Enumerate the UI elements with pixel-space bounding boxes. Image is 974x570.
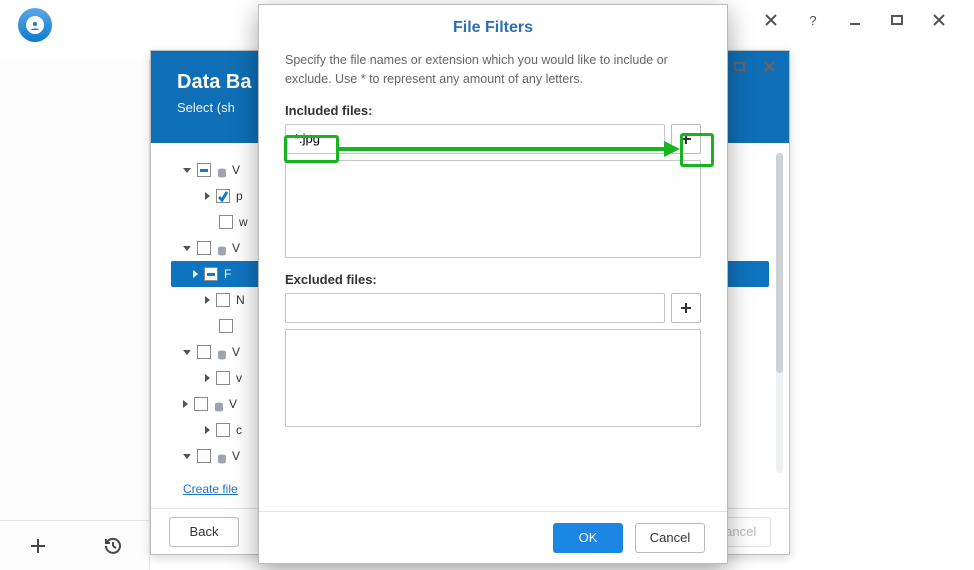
checkbox[interactable]	[216, 293, 230, 307]
modal-description: Specify the file names or extension whic…	[285, 51, 701, 89]
caret-right-icon[interactable]	[183, 400, 188, 408]
app-logo	[18, 8, 52, 42]
included-files-list[interactable]	[285, 160, 701, 258]
add-button[interactable]	[0, 521, 75, 570]
excluded-files-input[interactable]	[285, 293, 665, 323]
tree-row-label: V	[232, 449, 240, 463]
outer-minimize-icon[interactable]	[840, 10, 870, 30]
plus-icon	[680, 133, 692, 145]
ok-button-label: OK	[579, 530, 598, 545]
checkbox[interactable]	[216, 371, 230, 385]
checkbox[interactable]	[216, 423, 230, 437]
tree-row-label: F	[224, 267, 231, 281]
tree-row-label: c	[236, 423, 242, 437]
tree-row-label: w	[239, 215, 248, 229]
caret-right-icon[interactable]	[193, 270, 198, 278]
plus-icon	[680, 302, 692, 314]
tree-row-label: V	[232, 163, 240, 177]
caret-none-icon	[205, 322, 213, 330]
caret-down-icon[interactable]	[183, 168, 191, 173]
drive-icon	[217, 347, 227, 357]
wizard-close-icon[interactable]	[757, 57, 781, 75]
checkbox[interactable]	[216, 189, 230, 203]
sidebar	[0, 60, 150, 570]
history-button[interactable]	[75, 521, 150, 570]
sidebar-bottom-tools	[0, 520, 150, 570]
included-files-label: Included files:	[285, 103, 701, 118]
caret-down-icon[interactable]	[183, 350, 191, 355]
outer-help-icon[interactable]: ?	[798, 10, 828, 30]
tree-row-label: N	[236, 293, 245, 307]
tree-row-label: V	[229, 397, 237, 411]
checkbox[interactable]	[219, 215, 233, 229]
outer-close-icon[interactable]	[756, 10, 786, 30]
back-button-label: Back	[190, 524, 219, 539]
modal-footer: OK Cancel	[259, 511, 727, 563]
tree-row-label: V	[232, 241, 240, 255]
create-file-filter-link[interactable]: Create file	[183, 482, 238, 496]
wizard-maximize-icon[interactable]	[727, 57, 751, 75]
caret-down-icon[interactable]	[183, 246, 191, 251]
checkbox[interactable]	[219, 319, 233, 333]
checkbox[interactable]	[197, 449, 211, 463]
modal-body: Specify the file names or extension whic…	[259, 47, 727, 511]
caret-none-icon	[205, 218, 213, 226]
excluded-add-button[interactable]	[671, 293, 701, 323]
outer-close-icon-2[interactable]	[924, 10, 954, 30]
tree-row-label: v	[236, 371, 242, 385]
scrollbar-thumb[interactable]	[776, 153, 783, 373]
cancel-button-label: Cancel	[650, 530, 690, 545]
caret-right-icon[interactable]	[205, 374, 210, 382]
drive-icon	[217, 451, 227, 461]
drive-icon	[214, 399, 224, 409]
file-filters-modal: File Filters Specify the file names or e…	[258, 4, 728, 564]
caret-right-icon[interactable]	[205, 192, 210, 200]
checkbox[interactable]	[204, 267, 218, 281]
checkbox[interactable]	[197, 241, 211, 255]
excluded-files-label: Excluded files:	[285, 272, 701, 287]
app-logo-inner	[26, 16, 44, 34]
drive-icon	[217, 165, 227, 175]
cancel-button[interactable]: Cancel	[635, 523, 705, 553]
caret-down-icon[interactable]	[183, 454, 191, 459]
checkbox[interactable]	[194, 397, 208, 411]
tree-row-label: V	[232, 345, 240, 359]
ok-button[interactable]: OK	[553, 523, 623, 553]
excluded-input-row	[285, 293, 701, 323]
tree-row-label: p	[236, 189, 243, 203]
caret-right-icon[interactable]	[205, 426, 210, 434]
caret-right-icon[interactable]	[205, 296, 210, 304]
excluded-files-list[interactable]	[285, 329, 701, 427]
checkbox[interactable]	[197, 163, 211, 177]
outer-maximize-icon[interactable]	[882, 10, 912, 30]
back-button[interactable]: Back	[169, 517, 239, 547]
outer-window-controls: ?	[756, 10, 954, 30]
modal-title: File Filters	[259, 5, 727, 47]
drive-icon	[217, 243, 227, 253]
checkbox[interactable]	[197, 345, 211, 359]
